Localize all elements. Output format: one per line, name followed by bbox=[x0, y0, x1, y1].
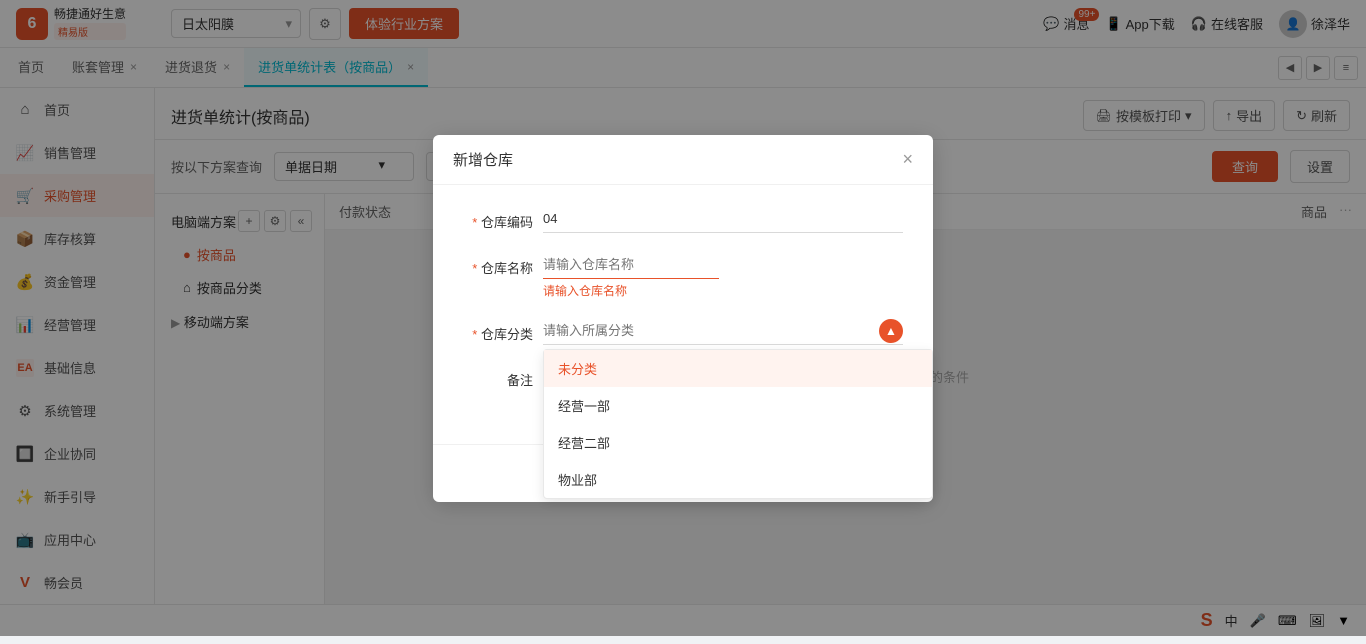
modal-title: 新增仓库 bbox=[453, 149, 513, 170]
modal-header: 新增仓库 × bbox=[433, 135, 933, 185]
required-star-name: * bbox=[472, 261, 477, 276]
form-row-category: * 仓库分类 ▲ 未分类 经营一部 经营二部 物业部 bbox=[463, 317, 903, 345]
name-input[interactable] bbox=[543, 251, 719, 279]
code-label: * 仓库编码 bbox=[463, 205, 543, 231]
name-error-msg: 请输入仓库名称 bbox=[543, 282, 903, 299]
dropdown-item-2[interactable]: 经营二部 bbox=[544, 424, 932, 461]
modal-body: * 仓库编码 * 仓库名称 请输入仓库名称 * bbox=[433, 185, 933, 444]
dropdown-item-3[interactable]: 物业部 bbox=[544, 461, 932, 498]
category-input[interactable] bbox=[543, 317, 903, 345]
dropdown-item-0[interactable]: 未分类 bbox=[544, 350, 932, 387]
category-dropdown-list: 未分类 经营一部 经营二部 物业部 bbox=[543, 349, 933, 499]
note-label: 备注 bbox=[463, 363, 543, 389]
modal-close-btn[interactable]: × bbox=[902, 149, 913, 170]
modal-dialog: 新增仓库 × * 仓库编码 * 仓库名称 请输入仓库名称 bbox=[433, 135, 933, 502]
name-input-wrapper: 请输入仓库名称 bbox=[543, 251, 903, 299]
form-row-code: * 仓库编码 bbox=[463, 205, 903, 233]
name-label: * 仓库名称 bbox=[463, 251, 543, 277]
modal-backdrop[interactable]: 新增仓库 × * 仓库编码 * 仓库名称 请输入仓库名称 bbox=[0, 0, 1366, 636]
category-dropdown-arrow[interactable]: ▲ bbox=[879, 319, 903, 343]
dropdown-item-1[interactable]: 经营一部 bbox=[544, 387, 932, 424]
category-select-wrapper: ▲ 未分类 经营一部 经营二部 物业部 bbox=[543, 317, 903, 345]
code-input[interactable] bbox=[543, 205, 903, 233]
required-star: * bbox=[472, 215, 477, 230]
category-label: * 仓库分类 bbox=[463, 317, 543, 343]
form-row-name: * 仓库名称 请输入仓库名称 bbox=[463, 251, 903, 299]
required-star-cat: * bbox=[472, 327, 477, 342]
